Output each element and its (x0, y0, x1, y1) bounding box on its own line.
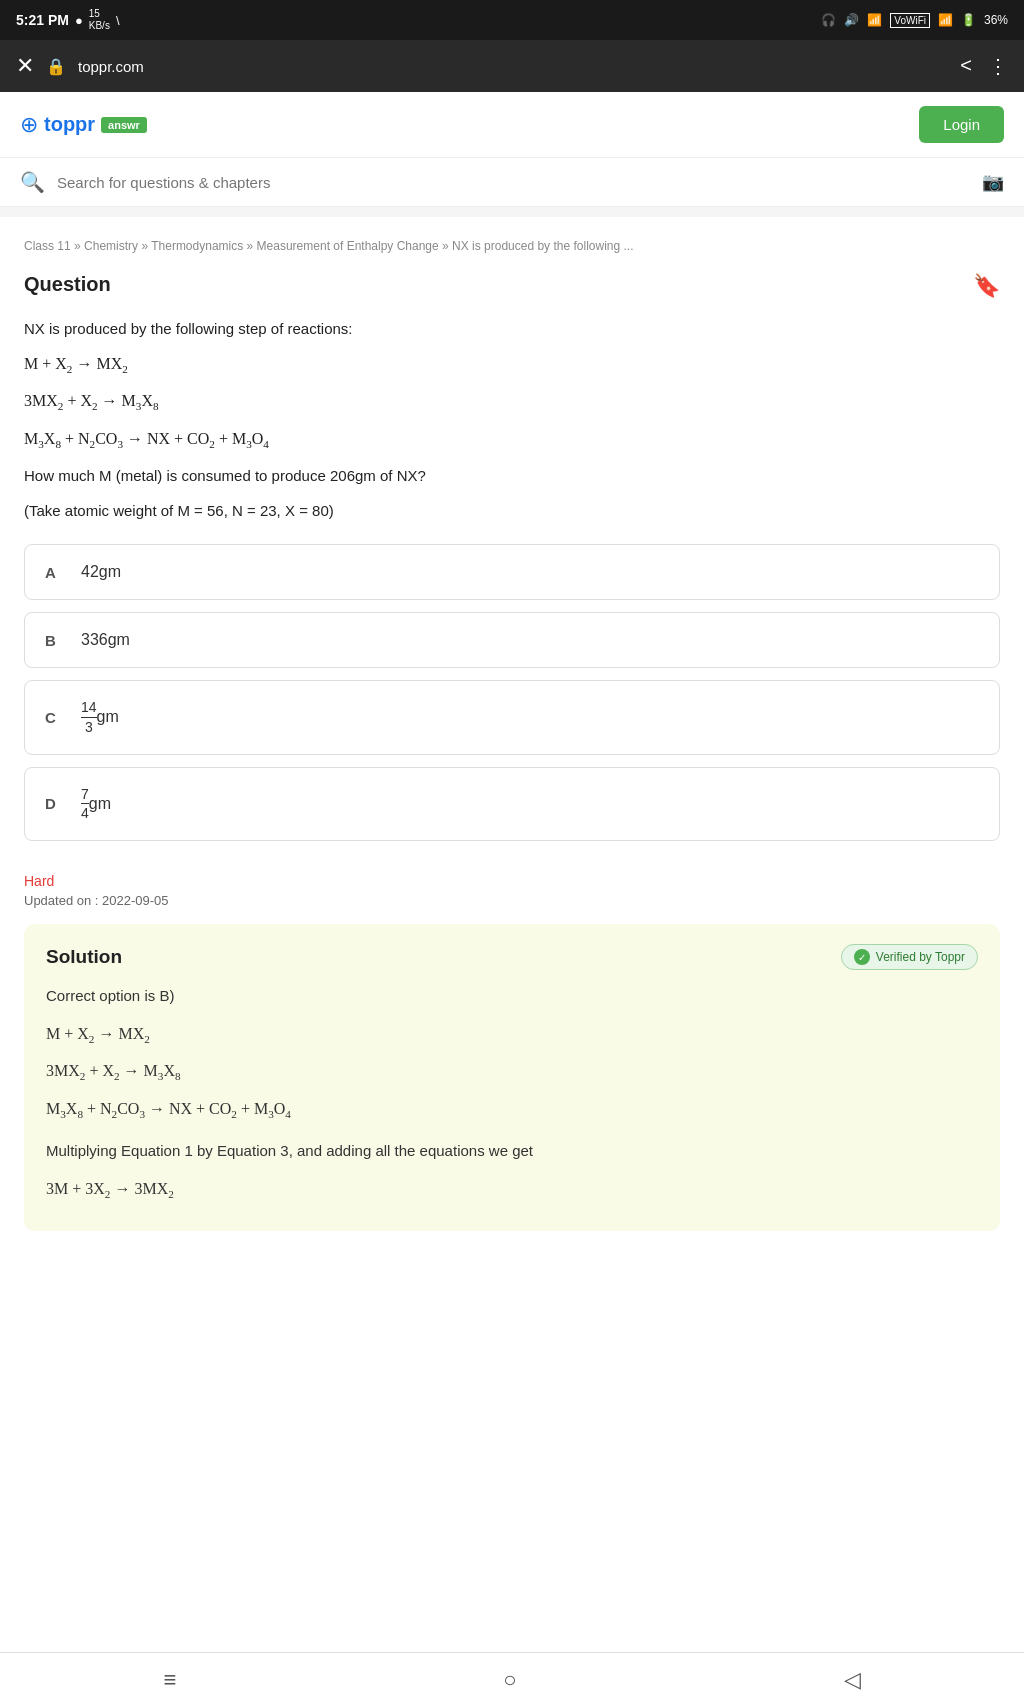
search-bar: 🔍 📷 (0, 158, 1024, 207)
option-c-letter: C (45, 709, 65, 726)
search-input[interactable] (57, 174, 970, 191)
hamburger-menu-icon[interactable]: ≡ (163, 1667, 176, 1693)
verified-badge: ✓ Verified by Toppr (841, 944, 978, 970)
question-condition: (Take atomic weight of M = 56, N = 23, X… (24, 497, 1000, 524)
breadcrumb-sep4: » (442, 239, 452, 253)
solution-explanation: Multiplying Equation 1 by Equation 3, an… (46, 1137, 978, 1166)
section-divider (0, 207, 1024, 217)
solution-reaction-3: M3X8 + N2CO3 → NX + CO2 + M3O4 (46, 1094, 978, 1125)
main-content: Class 11 » Chemistry » Thermodynamics » … (0, 217, 1024, 1251)
question-header: Question 🔖 (24, 273, 1000, 299)
option-d[interactable]: D 7 4 gm (24, 767, 1000, 842)
breadcrumb-sep1: » (74, 239, 84, 253)
question-body: NX is produced by the following step of … (24, 315, 1000, 524)
breadcrumb: Class 11 » Chemistry » Thermodynamics » … (24, 237, 1000, 255)
status-time: 5:21 PM (16, 12, 69, 28)
toppr-logo: ⊕ toppr answr (20, 112, 147, 138)
status-bar: 5:21 PM ● 15KB/s \ 🎧 🔊 📶 VoWiFi 📶 🔋 36% (0, 0, 1024, 40)
verified-text: Verified by Toppr (876, 950, 965, 964)
reaction-2: 3MX2 + X2 → M3X8 (24, 387, 1000, 416)
breadcrumb-sep3: » (247, 239, 257, 253)
search-icon: 🔍 (20, 170, 45, 194)
question-ask: How much M (metal) is consumed to produc… (24, 462, 1000, 489)
kb-speed: 15KB/s (89, 8, 110, 32)
battery-icon: 🔋 (961, 13, 976, 27)
solution-header: Solution ✓ Verified by Toppr (46, 944, 978, 970)
home-circle-icon[interactable]: ○ (503, 1667, 516, 1693)
toppr-brand-name: toppr (44, 113, 95, 136)
camera-icon[interactable]: 📷 (982, 171, 1004, 193)
question-intro: NX is produced by the following step of … (24, 315, 1000, 342)
option-d-letter: D (45, 795, 65, 812)
headphone-icon: 🎧 (821, 13, 836, 27)
difficulty-label: Hard (24, 873, 1000, 889)
vowifi-icon: VoWiFi (890, 13, 930, 28)
volume-icon: 🔊 (844, 13, 859, 27)
wifi-icon: 📶 (867, 13, 882, 27)
fraction-d-denominator: 4 (81, 804, 89, 822)
bottom-nav: ≡ ○ ◁ (0, 1652, 1024, 1706)
option-b-text: 336gm (81, 631, 130, 649)
solution-title: Solution (46, 946, 122, 968)
option-c[interactable]: C 14 3 gm (24, 680, 1000, 755)
backslash: \ (116, 13, 120, 28)
lock-icon: 🔒 (46, 57, 66, 76)
fraction-c-denominator: 3 (85, 718, 93, 736)
option-d-fraction: 7 4 gm (81, 786, 111, 823)
browser-actions: < ⋮ (960, 54, 1008, 78)
solution-box: Solution ✓ Verified by Toppr Correct opt… (24, 924, 1000, 1231)
signal-bars-icon: 📶 (938, 13, 953, 27)
reaction-3: M3X8 + N2CO3 → NX + CO2 + M3O4 (24, 425, 1000, 454)
breadcrumb-topic: Thermodynamics (151, 239, 243, 253)
option-c-fraction: 14 3 gm (81, 699, 119, 736)
battery-percent: 36% (984, 13, 1008, 27)
option-a[interactable]: A 42gm (24, 544, 1000, 600)
breadcrumb-class: Class 11 (24, 239, 71, 253)
reaction-1: M + X2 → MX2 (24, 350, 1000, 379)
login-button[interactable]: Login (919, 106, 1004, 143)
status-right: 🎧 🔊 📶 VoWiFi 📶 🔋 36% (821, 13, 1008, 28)
back-arrow-icon[interactable]: ◁ (844, 1667, 861, 1693)
options-container: A 42gm B 336gm C 14 3 gm D 7 4 (24, 544, 1000, 853)
solution-result-reaction: 3M + 3X2 → 3MX2 (46, 1174, 978, 1205)
bookmark-icon[interactable]: 🔖 (973, 273, 1000, 299)
meta-info: Hard Updated on : 2022-09-05 (24, 873, 1000, 908)
browser-url[interactable]: toppr.com (78, 58, 948, 75)
toppr-circle-icon: ⊕ (20, 112, 38, 138)
solution-reaction-1: M + X2 → MX2 (46, 1019, 978, 1050)
solution-correct-option: Correct option is B) (46, 982, 978, 1011)
option-a-text: 42gm (81, 563, 121, 581)
option-b-letter: B (45, 632, 65, 649)
app-header: ⊕ toppr answr Login (0, 92, 1024, 158)
signal-icon: ● (75, 13, 83, 28)
fraction-d-numerator: 7 (81, 786, 89, 805)
share-icon[interactable]: < (960, 54, 972, 78)
more-options-icon[interactable]: ⋮ (988, 54, 1008, 78)
breadcrumb-sep2: » (141, 239, 151, 253)
option-a-letter: A (45, 564, 65, 581)
browser-bar: ✕ 🔒 toppr.com < ⋮ (0, 40, 1024, 92)
solution-text: Correct option is B) M + X2 → MX2 3MX2 +… (46, 982, 978, 1205)
breadcrumb-page: NX is produced by the following ... (452, 239, 633, 253)
option-b[interactable]: B 336gm (24, 612, 1000, 668)
answr-badge: answr (101, 117, 147, 133)
updated-date: Updated on : 2022-09-05 (24, 893, 1000, 908)
status-left: 5:21 PM ● 15KB/s \ (16, 8, 120, 32)
solution-reaction-2: 3MX2 + X2 → M3X8 (46, 1056, 978, 1087)
question-label: Question (24, 273, 111, 296)
verified-check-icon: ✓ (854, 949, 870, 965)
breadcrumb-subject: Chemistry (84, 239, 138, 253)
fraction-c-numerator: 14 (81, 699, 97, 718)
breadcrumb-subtopic: Measurement of Enthalpy Change (257, 239, 439, 253)
close-tab-icon[interactable]: ✕ (16, 53, 34, 79)
